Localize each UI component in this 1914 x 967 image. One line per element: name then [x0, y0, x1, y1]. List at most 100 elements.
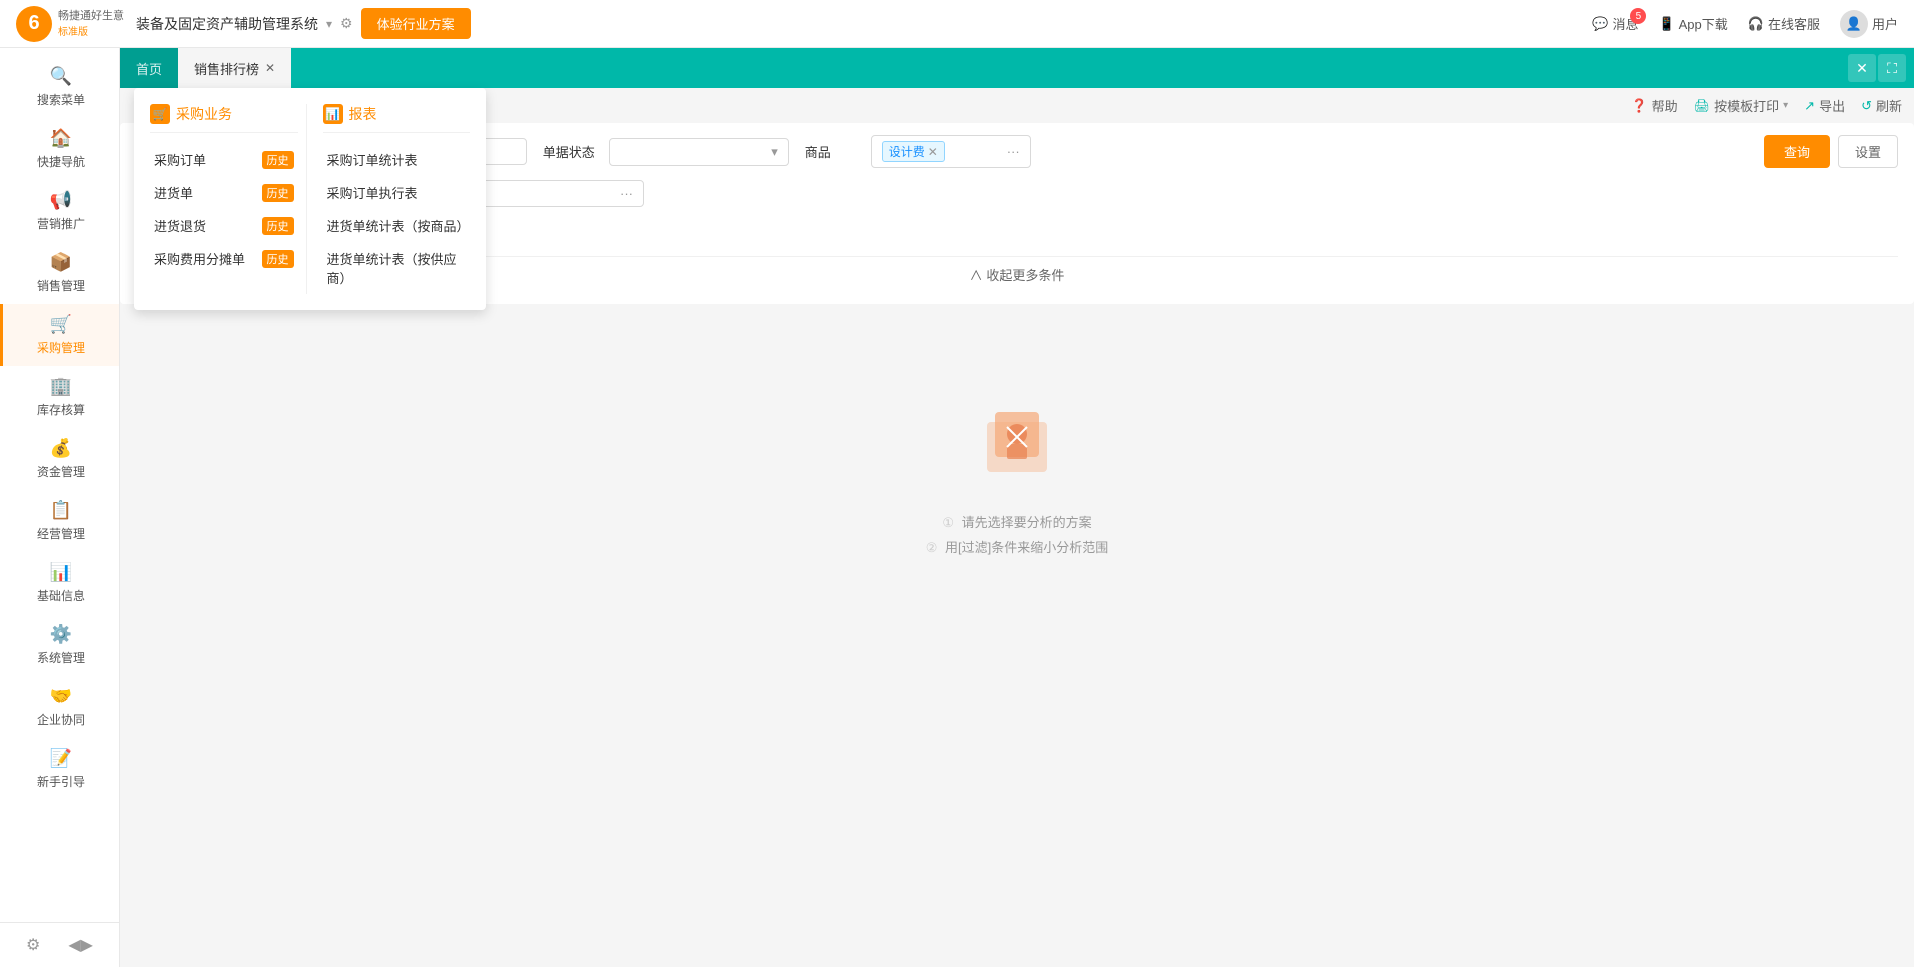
report3-label: 进货单统计表（按商品） [327, 216, 467, 235]
tab-bar-right: ✕ ⛶ [1848, 54, 1914, 82]
sidebar-item-coop[interactable]: 🤝 企业协同 [0, 676, 119, 738]
sidebar-item-inventory[interactable]: 🏢 库存核算 [0, 366, 119, 428]
basic-icon: 📊 [50, 562, 72, 583]
sidebar-label-guide: 新手引导 [37, 773, 85, 790]
top-header: 6 畅捷通好生意 标准版 装备及固定资产辅助管理系统 ▾ ⚙ 体验行业方案 💬 … [0, 0, 1914, 48]
sidebar-label-basic: 基础信息 [37, 587, 85, 604]
finance-icon: 💰 [50, 438, 72, 459]
sidebar-item-operation[interactable]: 📋 经营管理 [0, 490, 119, 552]
system-title-area: 装备及固定资产辅助管理系统 ▾ ⚙ 体验行业方案 [136, 8, 1592, 39]
system-title-arrow[interactable]: ▾ [326, 17, 332, 31]
sidebar-label-purchase: 采购管理 [37, 339, 85, 356]
app-download-btn[interactable]: 📱 App下载 [1658, 14, 1727, 33]
phone-icon: 📱 [1658, 16, 1674, 32]
system-title-text: 装备及固定资产辅助管理系统 [136, 14, 318, 34]
tab-sales-rank[interactable]: 销售排行榜 ✕ [178, 48, 291, 88]
sidebar-settings-btn[interactable]: ⚙ [26, 935, 40, 955]
dropdown-item-purchase-order[interactable]: 采购订单 历史 [150, 143, 298, 176]
sidebar-label-nav: 快捷导航 [37, 153, 85, 170]
dropdown-item-expense[interactable]: 采购费用分摊单 历史 [150, 242, 298, 275]
dropdown-item-report1[interactable]: 采购订单统计表 [323, 143, 471, 176]
purchase-order-badge: 历史 [262, 151, 294, 169]
sidebar-label-coop: 企业协同 [37, 711, 85, 728]
system-settings-icon[interactable]: ⚙ [340, 15, 353, 32]
tab-home[interactable]: 首页 [120, 48, 178, 88]
sales-icon: 📦 [50, 252, 72, 273]
purchase-icon: 🛒 [50, 314, 72, 335]
industry-btn[interactable]: 体验行业方案 [361, 8, 471, 39]
sidebar: 🔍 搜索菜单 🏠 快捷导航 📢 营销推广 📦 销售管理 🛒 采购管理 🏢 库存核… [0, 48, 120, 967]
sidebar-item-sales[interactable]: 📦 销售管理 [0, 242, 119, 304]
sidebar-label-operation: 经营管理 [37, 525, 85, 542]
marketing-icon: 📢 [50, 190, 72, 211]
logo-badge: 标准版 [58, 23, 124, 38]
online-service-label: 在线客服 [1768, 14, 1820, 33]
sidebar-label-marketing: 营销推广 [37, 215, 85, 232]
sidebar-item-guide[interactable]: 📝 新手引导 [0, 738, 119, 800]
sidebar-collapse-btn[interactable]: ◀▶ [68, 935, 93, 955]
expense-label: 采购费用分摊单 [154, 249, 245, 268]
user-avatar: 👤 [1840, 10, 1868, 38]
dropdown-item-incoming[interactable]: 进货单 历史 [150, 176, 298, 209]
home-icon: 🏠 [50, 128, 72, 149]
sidebar-label-search: 搜索菜单 [37, 91, 85, 108]
sidebar-item-basic[interactable]: 📊 基础信息 [0, 552, 119, 614]
return-badge: 历史 [262, 217, 294, 235]
return-label: 进货退货 [154, 216, 206, 235]
dropdown-menu: 🛒 采购业务 采购订单 历史 进货单 历史 进货退货 历史 采购费用分摊单 历史 [134, 88, 486, 310]
tab-close-btn[interactable]: ✕ [1848, 54, 1876, 82]
message-badge: 5 [1630, 8, 1646, 24]
report1-label: 采购订单统计表 [327, 150, 418, 169]
logo-text: 畅捷通好生意 [58, 9, 124, 23]
coop-icon: 🤝 [50, 686, 72, 707]
tab-sales-rank-label: 销售排行榜 [194, 59, 259, 78]
tab-bar: 首页 销售排行榜 ✕ ✕ ⛶ [120, 48, 1914, 88]
dropdown-item-return[interactable]: 进货退货 历史 [150, 209, 298, 242]
sidebar-item-nav[interactable]: 🏠 快捷导航 [0, 118, 119, 180]
sidebar-label-system: 系统管理 [37, 649, 85, 666]
dropdown-item-report2[interactable]: 采购订单执行表 [323, 176, 471, 209]
logo-icon: 6 [16, 6, 52, 42]
user-label: 用户 [1872, 14, 1898, 33]
sidebar-item-purchase[interactable]: 🛒 采购管理 [0, 304, 119, 366]
purchase-col-icon: 🛒 [150, 104, 170, 124]
dropdown-col-purchase: 🛒 采购业务 采购订单 历史 进货单 历史 进货退货 历史 采购费用分摊单 历史 [150, 104, 298, 294]
guide-icon: 📝 [50, 748, 72, 769]
system-icon: ⚙️ [50, 624, 72, 645]
incoming-badge: 历史 [262, 184, 294, 202]
dropdown-col-reports-title: 📊 报表 [323, 104, 471, 133]
message-icon: 💬 [1592, 16, 1608, 32]
sidebar-label-finance: 资金管理 [37, 463, 85, 480]
reports-col-icon: 📊 [323, 104, 343, 124]
sidebar-item-system[interactable]: ⚙️ 系统管理 [0, 614, 119, 676]
online-service-btn[interactable]: 🎧 在线客服 [1748, 14, 1820, 33]
message-btn[interactable]: 💬 消息 5 [1592, 14, 1638, 33]
search-icon: 🔍 [50, 66, 72, 87]
report4-label: 进货单统计表（按供应商） [327, 249, 467, 287]
logo-area: 6 畅捷通好生意 标准版 [16, 6, 136, 42]
sidebar-item-finance[interactable]: 💰 资金管理 [0, 428, 119, 490]
sidebar-item-marketing[interactable]: 📢 营销推广 [0, 180, 119, 242]
app-download-label: App下载 [1679, 14, 1728, 33]
operation-icon: 📋 [50, 500, 72, 521]
expense-badge: 历史 [262, 250, 294, 268]
report2-label: 采购订单执行表 [327, 183, 418, 202]
dropdown-col-reports: 📊 报表 采购订单统计表 采购订单执行表 进货单统计表（按商品） 进货单统计表（… [306, 104, 471, 294]
sidebar-label-sales: 销售管理 [37, 277, 85, 294]
purchase-order-label: 采购订单 [154, 150, 206, 169]
sidebar-item-search[interactable]: 🔍 搜索菜单 [0, 56, 119, 118]
dropdown-item-report4[interactable]: 进货单统计表（按供应商） [323, 242, 471, 294]
header-right: 💬 消息 5 📱 App下载 🎧 在线客服 👤 用户 [1592, 10, 1898, 38]
inventory-icon: 🏢 [50, 376, 72, 397]
user-btn[interactable]: 👤 用户 [1840, 10, 1898, 38]
headset-icon: 🎧 [1748, 16, 1764, 32]
tab-close-icon[interactable]: ✕ [265, 61, 275, 75]
tab-home-label: 首页 [136, 59, 162, 78]
dropdown-item-report3[interactable]: 进货单统计表（按商品） [323, 209, 471, 242]
dropdown-overlay: 🛒 采购业务 采购订单 历史 进货单 历史 进货退货 历史 采购费用分摊单 历史 [120, 88, 1914, 967]
sidebar-label-inventory: 库存核算 [37, 401, 85, 418]
dropdown-col-purchase-title: 🛒 采购业务 [150, 104, 298, 133]
incoming-label: 进货单 [154, 183, 193, 202]
sidebar-bottom: ⚙ ◀▶ [0, 922, 119, 967]
tab-maximize-btn[interactable]: ⛶ [1878, 54, 1906, 82]
